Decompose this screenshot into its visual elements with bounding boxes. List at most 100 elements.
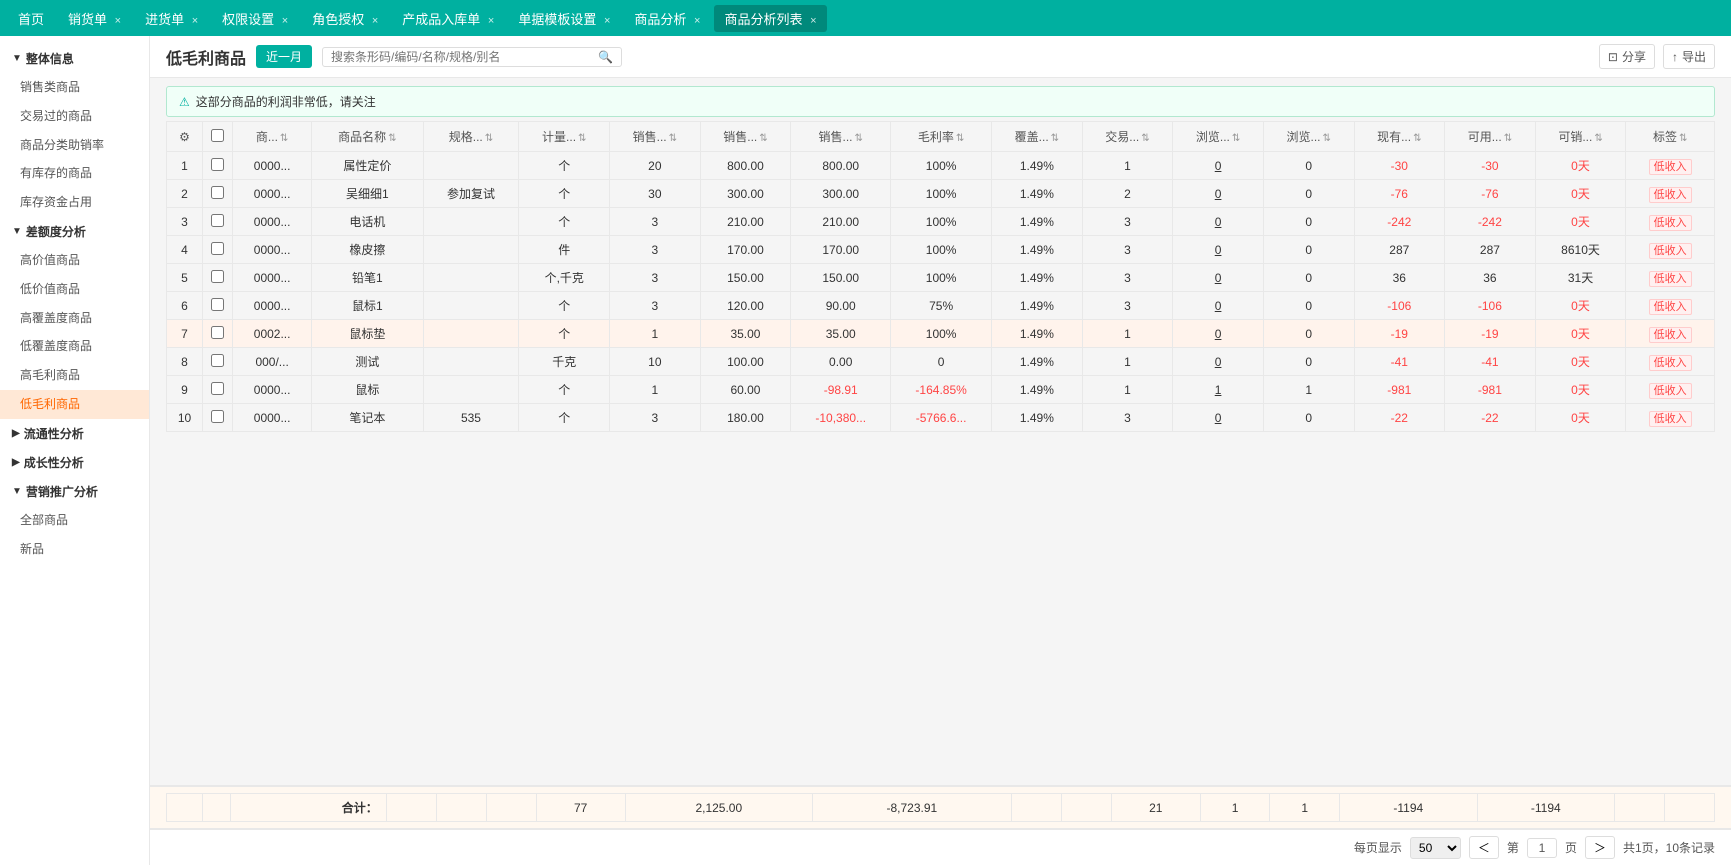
sidebar-item-high-value[interactable]: 高价值商品	[0, 246, 149, 275]
nav-role[interactable]: 角色授权 ×	[302, 5, 388, 32]
sidebar-item-low-value[interactable]: 低价值商品	[0, 275, 149, 304]
view1-link[interactable]: 0	[1215, 355, 1222, 369]
close-sales-icon[interactable]: ×	[115, 15, 121, 27]
sidebar-item-high-profit[interactable]: 高毛利商品	[0, 361, 149, 390]
th-code[interactable]: 商...⇅	[233, 122, 312, 152]
cell-sales-qty: 3	[610, 404, 701, 432]
share-button[interactable]: ⊡ 分享	[1599, 44, 1655, 69]
close-permission-icon[interactable]: ×	[282, 15, 288, 27]
view1-link[interactable]: 0	[1215, 215, 1222, 229]
nav-product-analysis-list[interactable]: 商品分析列表 ×	[714, 5, 826, 32]
sidebar-group-growth[interactable]: ▶ 成长性分析	[0, 448, 149, 477]
cell-check	[203, 292, 233, 320]
row-checkbox[interactable]	[211, 270, 224, 283]
th-sales-profit[interactable]: 销售...⇅	[791, 122, 891, 152]
tag-badge: 低收入	[1649, 355, 1692, 371]
cell-available: -22	[1445, 404, 1536, 432]
sidebar-item-all-goods[interactable]: 全部商品	[0, 506, 149, 535]
view1-link[interactable]: 0	[1215, 187, 1222, 201]
sidebar-item-stock-capital[interactable]: 库存资金占用	[0, 188, 149, 217]
sidebar-item-high-coverage[interactable]: 高覆盖度商品	[0, 304, 149, 333]
nav-template[interactable]: 单据模板设置 ×	[508, 5, 620, 32]
th-available[interactable]: 可用...⇅	[1445, 122, 1536, 152]
per-page-select[interactable]: 50 100 200	[1410, 837, 1461, 859]
sidebar-item-in-stock[interactable]: 有库存的商品	[0, 159, 149, 188]
th-spec[interactable]: 规格...⇅	[423, 122, 519, 152]
tag-badge: 低收入	[1649, 243, 1692, 259]
export-button[interactable]: ↑ 导出	[1663, 44, 1715, 69]
row-checkbox[interactable]	[211, 158, 224, 171]
th-view2[interactable]: 浏览...⇅	[1263, 122, 1354, 152]
th-sales-qty[interactable]: 销售...⇅	[610, 122, 701, 152]
sidebar-item-traded-goods[interactable]: 交易过的商品	[0, 102, 149, 131]
th-sales-price[interactable]: 销售...⇅	[700, 122, 791, 152]
view1-link[interactable]: 0	[1215, 327, 1222, 341]
cell-view2: 0	[1263, 264, 1354, 292]
nav-sales[interactable]: 销货单 ×	[58, 5, 131, 32]
row-checkbox[interactable]	[211, 354, 224, 367]
prev-page-button[interactable]: ＜	[1469, 836, 1499, 859]
sidebar-item-new-goods[interactable]: 新品	[0, 535, 149, 564]
view1-link[interactable]: 0	[1215, 271, 1222, 285]
close-purchase-icon[interactable]: ×	[192, 15, 198, 27]
search-icon[interactable]: 🔍	[598, 50, 613, 64]
th-gross-margin[interactable]: 毛利率⇅	[891, 122, 992, 152]
row-checkbox[interactable]	[211, 214, 224, 227]
next-page-button[interactable]: ＞	[1585, 836, 1615, 859]
th-tag[interactable]: 标签⇅	[1626, 122, 1715, 152]
view1-link[interactable]: 0	[1215, 159, 1222, 173]
cell-view1: 0	[1173, 264, 1264, 292]
cell-name: 鼠标	[312, 376, 423, 404]
row-checkbox[interactable]	[211, 326, 224, 339]
cell-current: -981	[1354, 376, 1445, 404]
cell-current: -76	[1354, 180, 1445, 208]
row-checkbox[interactable]	[211, 242, 224, 255]
select-all-checkbox[interactable]	[211, 129, 224, 142]
th-name[interactable]: 商品名称⇅	[312, 122, 423, 152]
nav-purchase[interactable]: 进货单 ×	[135, 5, 208, 32]
view1-link[interactable]: 1	[1215, 383, 1222, 397]
row-checkbox[interactable]	[211, 410, 224, 423]
th-view1[interactable]: 浏览...⇅	[1173, 122, 1264, 152]
cell-sales-profit: 210.00	[791, 208, 891, 236]
cell-sellable: 0天	[1535, 180, 1626, 208]
close-product-entry-icon[interactable]: ×	[488, 15, 494, 27]
sidebar-item-low-profit[interactable]: 低毛利商品	[0, 390, 149, 419]
cell-spec	[423, 292, 519, 320]
th-current[interactable]: 现有...⇅	[1354, 122, 1445, 152]
sidebar-group-margin[interactable]: ▼ 差额度分析	[0, 217, 149, 246]
cell-view2: 0	[1263, 348, 1354, 376]
view1-link[interactable]: 0	[1215, 411, 1222, 425]
th-sellable[interactable]: 可销...⇅	[1535, 122, 1626, 152]
nav-product-entry[interactable]: 产成品入库单 ×	[392, 5, 504, 32]
sidebar-item-sales-goods[interactable]: 销售类商品	[0, 73, 149, 102]
close-role-icon[interactable]: ×	[372, 15, 378, 27]
row-checkbox[interactable]	[211, 298, 224, 311]
nav-home[interactable]: 首页	[8, 5, 54, 32]
row-checkbox[interactable]	[211, 186, 224, 199]
nav-permission[interactable]: 权限设置 ×	[212, 5, 298, 32]
close-product-analysis-icon[interactable]: ×	[694, 15, 700, 27]
sidebar-group-circulation[interactable]: ▶ 流通性分析	[0, 419, 149, 448]
filter-button[interactable]: 近一月	[256, 45, 312, 68]
close-template-icon[interactable]: ×	[604, 15, 610, 27]
cell-tag: 低收入	[1626, 264, 1715, 292]
search-input[interactable]	[331, 50, 594, 64]
cell-view1: 0	[1173, 292, 1264, 320]
th-coverage[interactable]: 覆盖...⇅	[992, 122, 1083, 152]
cell-sellable: 0天	[1535, 292, 1626, 320]
view1-link[interactable]: 0	[1215, 243, 1222, 257]
sidebar-group-overall[interactable]: ▼ 整体信息	[0, 44, 149, 73]
th-transaction[interactable]: 交易...⇅	[1082, 122, 1173, 152]
th-unit[interactable]: 计量...⇅	[519, 122, 610, 152]
settings-icon[interactable]: ⚙	[179, 130, 190, 144]
sidebar-item-category-rate[interactable]: 商品分类助销率	[0, 131, 149, 160]
cell-tag: 低收入	[1626, 404, 1715, 432]
table-area[interactable]: ⚙ 商...⇅ 商品名称⇅ 规格...⇅ 计量...⇅ 销售...⇅ 销售...…	[150, 121, 1731, 785]
sidebar-group-marketing[interactable]: ▼ 营销推广分析	[0, 477, 149, 506]
nav-product-analysis[interactable]: 商品分析 ×	[624, 5, 710, 32]
view1-link[interactable]: 0	[1215, 299, 1222, 313]
close-product-analysis-list-icon[interactable]: ×	[810, 15, 816, 27]
sidebar-item-low-coverage[interactable]: 低覆盖度商品	[0, 332, 149, 361]
row-checkbox[interactable]	[211, 382, 224, 395]
